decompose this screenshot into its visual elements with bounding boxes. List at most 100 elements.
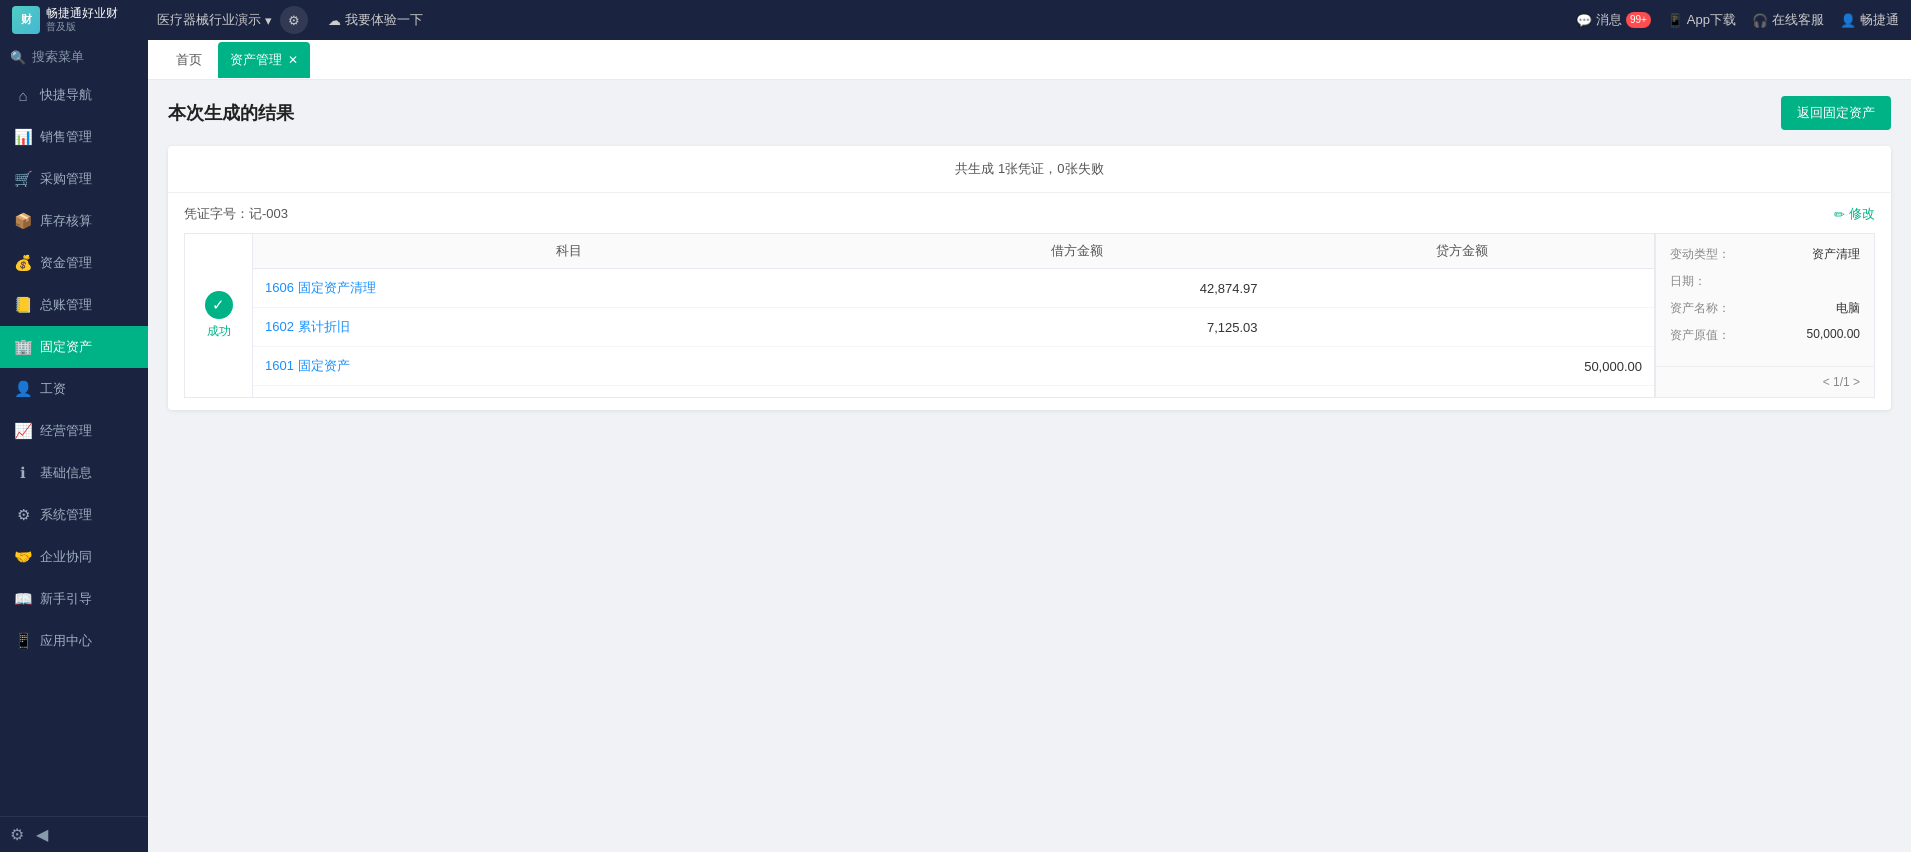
header-center: 医疗器械行业演示 ▾ ⚙ ☁ 我要体验一下 [157,6,1576,34]
header-right: 💬 消息 99+ 📱 App下载 🎧 在线客服 👤 畅捷通 [1576,11,1899,29]
content-area: 首页 资产管理 ✕ 本次生成的结果 返回固定资产 共生成 1张凭证，0张失败 [148,40,1911,852]
sidebar-bottom: ⚙ ◀ [0,816,148,852]
main-layout: 🔍 搜索菜单 ⌂ 快捷导航 📊 销售管理 🛒 采购管理 📦 库存核算 💰 [0,40,1911,852]
voucher-header: 凭证字号：记-003 ✏ 修改 [184,205,1875,223]
settings-icon[interactable]: ⚙ [280,6,308,34]
row1-debit: 42,874.97 [885,269,1269,308]
inventory-icon: 📦 [14,212,32,230]
pagination[interactable]: < 1/1 > [1656,366,1874,397]
logo-text: 畅捷通好业财 普及版 [46,6,118,34]
success-icon: ✓ [205,291,233,319]
sidebar-item-label: 经营管理 [40,422,92,440]
sidebar-item-cooperation[interactable]: 🤝 企业协同 [0,536,148,578]
sidebar-item-payroll[interactable]: 👤 工资 [0,368,148,410]
tab-close-icon[interactable]: ✕ [288,53,298,67]
message-button[interactable]: 💬 消息 99+ [1576,11,1651,29]
home-icon: ⌂ [14,86,32,104]
col-debit: 借方金额 [885,234,1269,269]
row3-credit: 50,000.00 [1270,347,1654,386]
purchase-icon: 🛒 [14,170,32,188]
voucher-layout: ✓ 成功 科目 借方金额 贷方 [184,233,1875,398]
search-menu-button[interactable]: 🔍 搜索菜单 [0,40,148,74]
sidebar-item-purchase[interactable]: 🛒 采购管理 [0,158,148,200]
sidebar-item-label: 工资 [40,380,66,398]
sidebar-item-app-center[interactable]: 📱 应用中心 [0,620,148,662]
result-card: 共生成 1张凭证，0张失败 凭证字号：记-003 ✏ 修改 [168,146,1891,410]
col-credit: 贷方金额 [1270,234,1654,269]
row1-credit [1270,269,1654,308]
experience-button[interactable]: ☁ 我要体验一下 [328,11,423,29]
data-table: 科目 借方金额 贷方金额 1606 固定资产清理 [253,234,1654,386]
side-row-asset-value: 资产原值： 50,000.00 [1670,327,1860,344]
app-download-button[interactable]: 📱 App下载 [1667,11,1736,29]
user-avatar-icon: 👤 [1840,13,1856,28]
company-selector[interactable]: 医疗器械行业演示 ▾ [157,11,272,29]
payroll-icon: 👤 [14,380,32,398]
summary-bar: 共生成 1张凭证，0张失败 [168,146,1891,193]
ledger-icon: 📒 [14,296,32,314]
sidebar-item-label: 总账管理 [40,296,92,314]
col-subject: 科目 [253,234,885,269]
sidebar-item-system[interactable]: ⚙ 系统管理 [0,494,148,536]
operations-icon: 📈 [14,422,32,440]
sidebar-item-funds[interactable]: 💰 资金管理 [0,242,148,284]
sidebar-item-label: 销售管理 [40,128,92,146]
page-title: 本次生成的结果 [168,101,294,125]
sidebar-item-label: 资金管理 [40,254,92,272]
cooperation-icon: 🤝 [14,548,32,566]
download-icon: 📱 [1667,13,1683,28]
tab-bar: 首页 资产管理 ✕ [148,40,1911,80]
app-logo: 财 畅捷通好业财 普及版 [12,6,157,34]
sidebar-item-label: 基础信息 [40,464,92,482]
logo-icon: 财 [12,6,40,34]
sidebar-nav: ⌂ 快捷导航 📊 销售管理 🛒 采购管理 📦 库存核算 💰 资金管理 📒 [0,74,148,816]
row3-debit [885,347,1269,386]
sidebar-item-fixed-assets[interactable]: 🏢 固定资产 [0,326,148,368]
tab-asset-mgmt[interactable]: 资产管理 ✕ [218,42,310,78]
sidebar-item-label: 快捷导航 [40,86,92,104]
main-table-area: ✓ 成功 科目 借方金额 贷方 [184,233,1655,398]
side-row-asset-name: 资产名称： 电脑 [1670,300,1860,317]
side-panel: 变动类型： 资产清理 日期： 资产名称： 电脑 [1655,233,1875,398]
sidebar-item-label: 系统管理 [40,506,92,524]
sidebar-item-label: 新手引导 [40,590,92,608]
sidebar-item-ledger[interactable]: 📒 总账管理 [0,284,148,326]
sidebar-item-label: 库存核算 [40,212,92,230]
status-column: ✓ 成功 [185,234,253,397]
row3-subject: 1601 固定资产 [253,347,885,386]
row2-credit [1270,308,1654,347]
edit-button[interactable]: ✏ 修改 [1834,205,1875,223]
user-menu[interactable]: 👤 畅捷通 [1840,11,1899,29]
sidebar-item-basic-info[interactable]: ℹ 基础信息 [0,452,148,494]
message-icon: 💬 [1576,13,1592,28]
side-panel-content: 变动类型： 资产清理 日期： 资产名称： 电脑 [1656,234,1874,366]
sidebar-settings-button[interactable]: ⚙ [10,825,24,844]
dropdown-icon: ▾ [265,13,272,28]
tab-home[interactable]: 首页 [164,40,214,80]
sidebar: 🔍 搜索菜单 ⌂ 快捷导航 📊 销售管理 🛒 采购管理 📦 库存核算 💰 [0,40,148,852]
sidebar-item-sales[interactable]: 📊 销售管理 [0,116,148,158]
sidebar-item-label: 固定资产 [40,338,92,356]
row2-subject: 1602 累计折旧 [253,308,885,347]
side-row-date: 日期： [1670,273,1860,290]
page-content: 本次生成的结果 返回固定资产 共生成 1张凭证，0张失败 凭证字号：记-003 … [148,80,1911,852]
table-row: 1601 固定资产 50,000.00 [253,347,1654,386]
sidebar-item-quick-nav[interactable]: ⌂ 快捷导航 [0,74,148,116]
edit-icon: ✏ [1834,207,1845,222]
page-header: 本次生成的结果 返回固定资产 [168,96,1891,130]
sidebar-item-inventory[interactable]: 📦 库存核算 [0,200,148,242]
guide-icon: 📖 [14,590,32,608]
sidebar-item-operations[interactable]: 📈 经营管理 [0,410,148,452]
return-button[interactable]: 返回固定资产 [1781,96,1891,130]
row1-subject: 1606 固定资产清理 [253,269,885,308]
table-row: 1602 累计折旧 7,125.03 [253,308,1654,347]
app-center-icon: 📱 [14,632,32,650]
sidebar-item-label: 企业协同 [40,548,92,566]
service-button[interactable]: 🎧 在线客服 [1752,11,1824,29]
table-row: 1606 固定资产清理 42,874.97 [253,269,1654,308]
sidebar-item-guide[interactable]: 📖 新手引导 [0,578,148,620]
row2-debit: 7,125.03 [885,308,1269,347]
sidebar-collapse-button[interactable]: ◀ [36,825,48,844]
sidebar-item-label: 采购管理 [40,170,92,188]
voucher-number: 凭证字号：记-003 [184,205,288,223]
